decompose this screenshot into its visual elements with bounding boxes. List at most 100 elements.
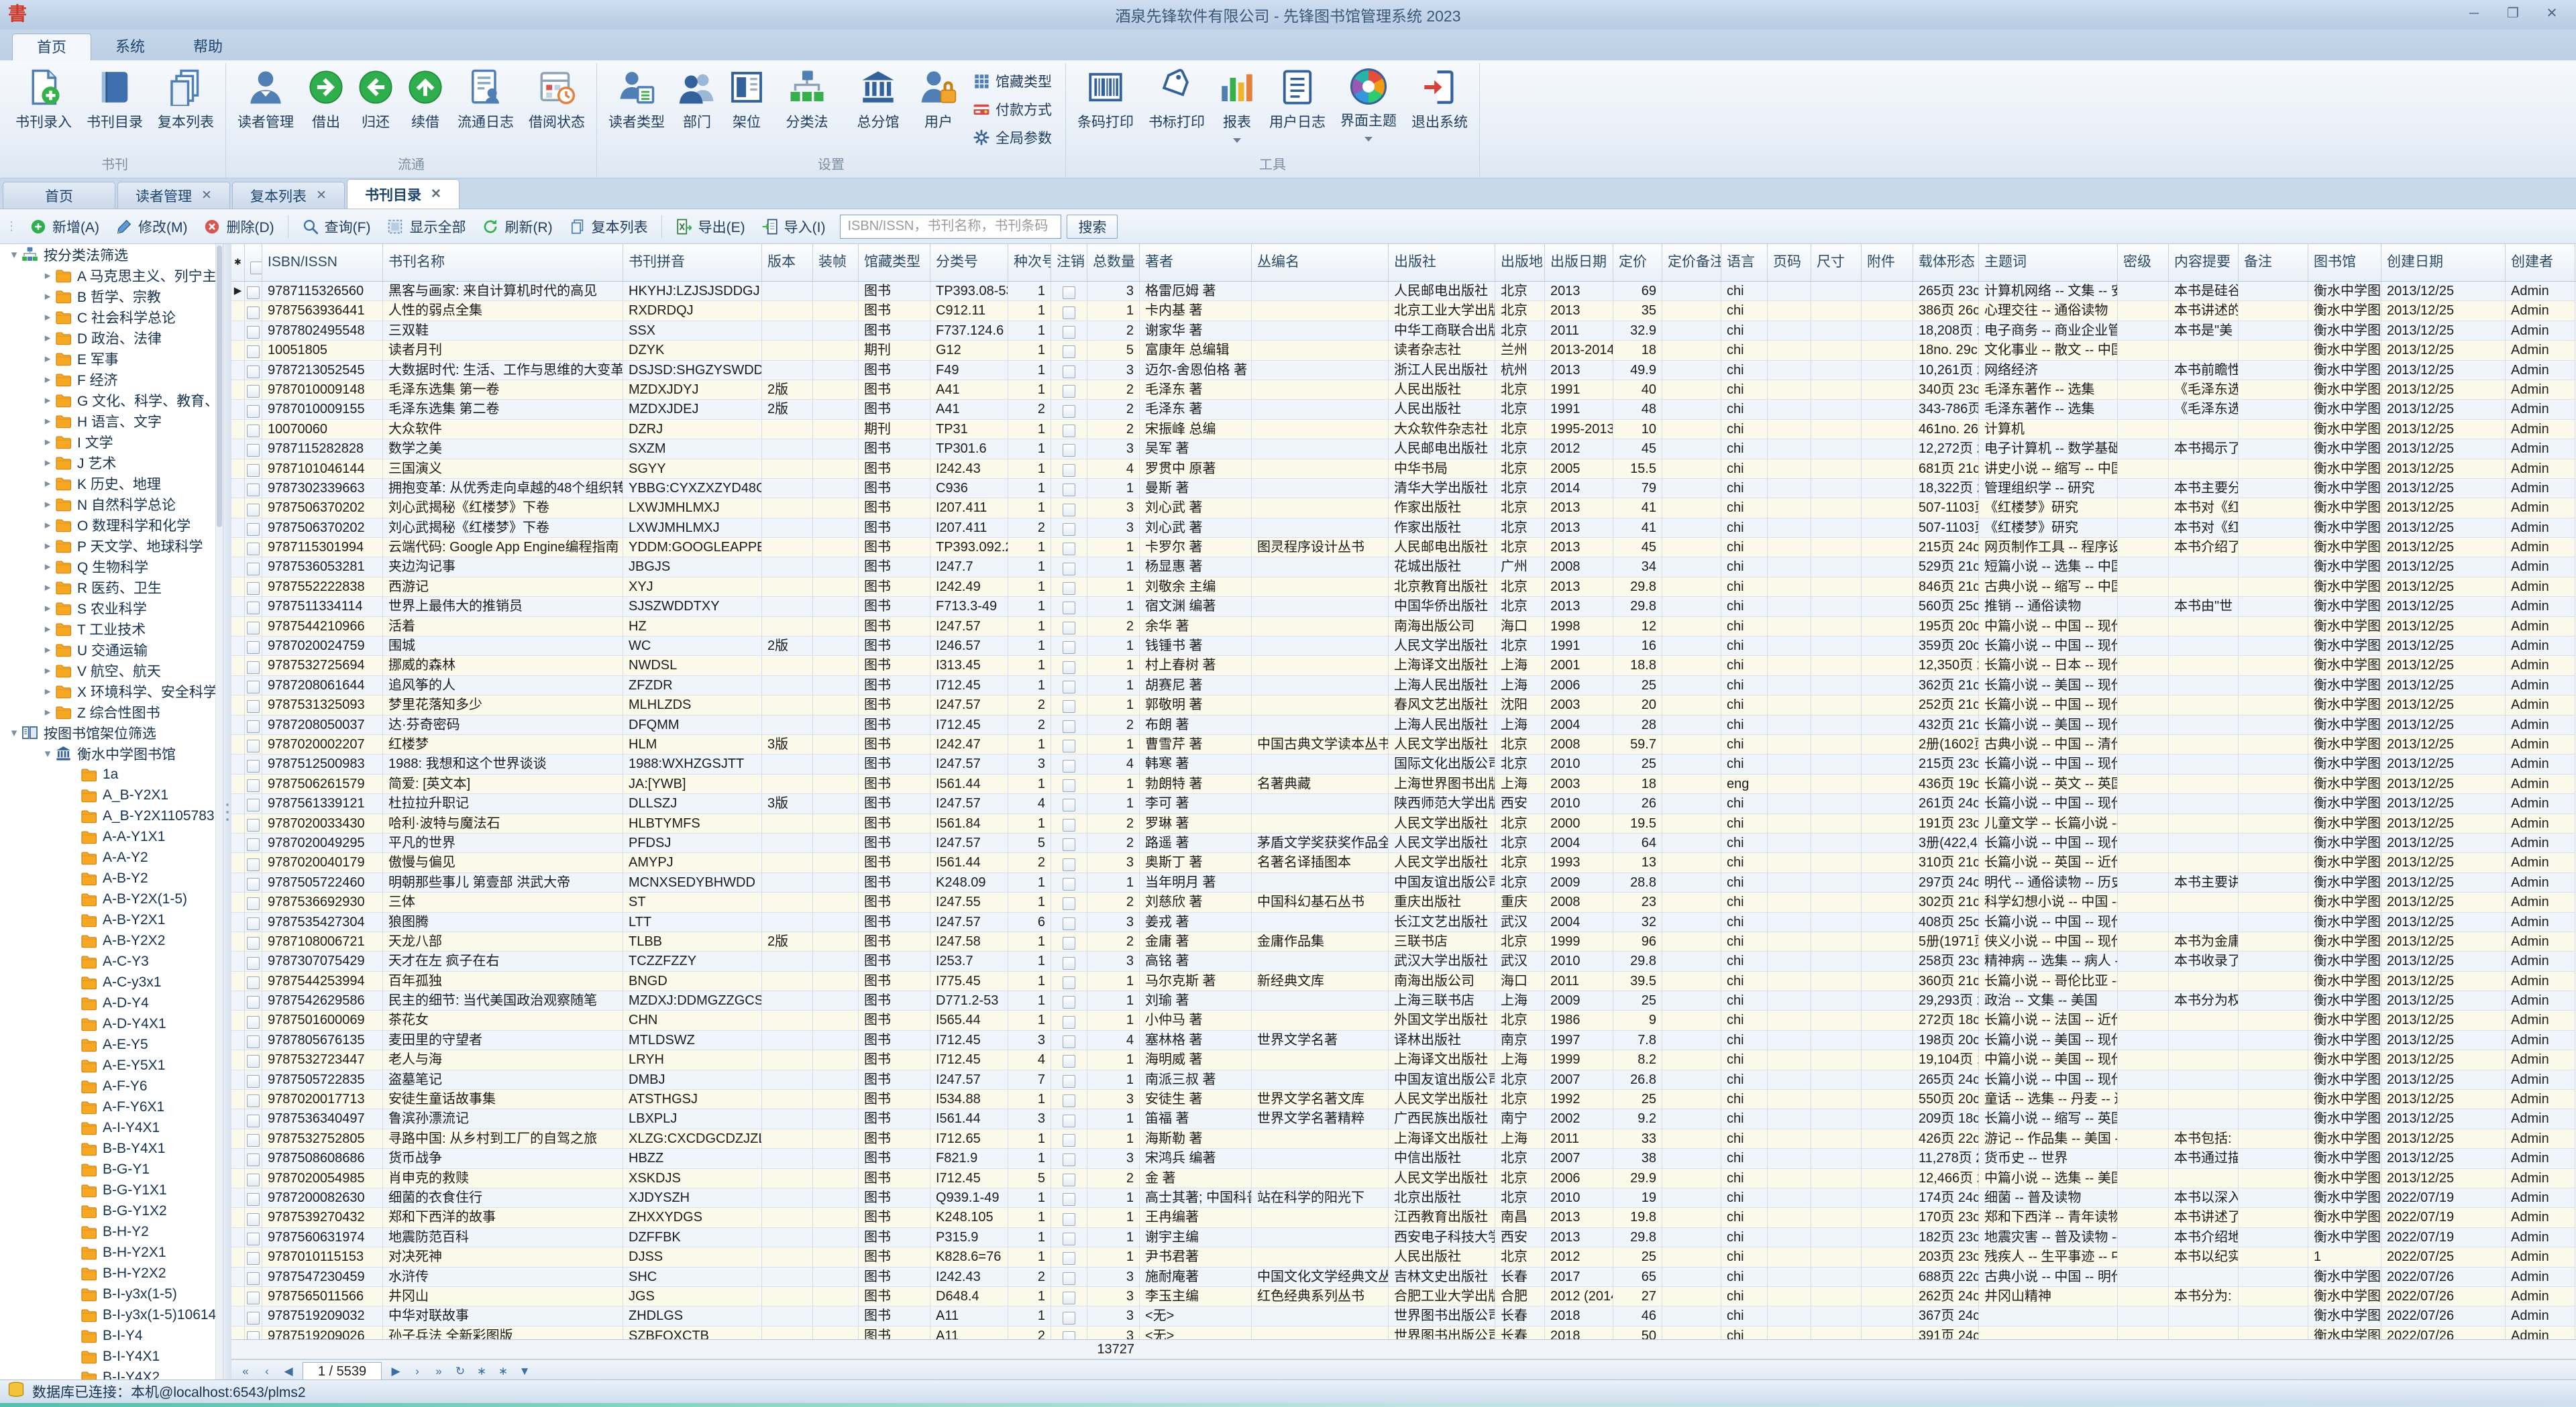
ribbon-button-书刊录入[interactable]: 书刊录入 xyxy=(8,63,79,155)
tree-item[interactable]: B-H-Y2X2 xyxy=(0,1263,223,1284)
tree-item[interactable]: ▸N 自然科学总论 xyxy=(0,494,223,514)
cell[interactable] xyxy=(1051,893,1087,912)
row-select-checkbox[interactable] xyxy=(245,932,262,952)
column-header-附件[interactable]: 附件 xyxy=(1862,244,1913,281)
row-select-checkbox[interactable] xyxy=(245,716,262,735)
tree-item[interactable]: ▾按分类法筛选 xyxy=(0,244,223,265)
row-select-checkbox[interactable] xyxy=(245,1188,262,1208)
expander-icon[interactable]: ▸ xyxy=(40,539,55,553)
toolbar-button-查询(F)[interactable]: 查询(F) xyxy=(295,213,378,240)
cell[interactable] xyxy=(1051,1031,1087,1050)
expander-icon[interactable]: ▸ xyxy=(40,518,55,532)
row-select-checkbox[interactable] xyxy=(245,735,262,754)
expander-icon[interactable]: ▾ xyxy=(7,248,21,262)
column-header-图书馆[interactable]: 图书馆 xyxy=(2308,244,2381,281)
tree-item[interactable]: A-B-Y2X(1-5) xyxy=(0,889,223,909)
tree-item[interactable]: A-C-Y3 xyxy=(0,951,223,972)
row-select-checkbox[interactable] xyxy=(245,301,262,321)
row-select-checkbox[interactable] xyxy=(245,400,262,419)
table-row[interactable]: 9787544210966活着HZ图书I247.5712余华 著南海出版公司海口… xyxy=(231,617,2576,636)
table-row[interactable]: 9787020040179傲慢与偏见AMYPJ图书I561.4423奥斯丁 著名… xyxy=(231,853,2576,873)
ribbon-small-button-全局参数[interactable]: 全局参数 xyxy=(967,125,1057,150)
table-row[interactable]: 9787560631974地震防范百科DZFFBK图书P315.911谢宇主编西… xyxy=(231,1228,2576,1247)
menu-tab-系统[interactable]: 系统 xyxy=(91,34,169,60)
tree-item[interactable]: ▸F 经济 xyxy=(0,369,223,390)
ribbon-button-流通日志[interactable]: 流通日志 xyxy=(450,63,521,155)
row-select-checkbox[interactable] xyxy=(245,1306,262,1326)
cell[interactable] xyxy=(1051,557,1087,577)
toolbar-button-复本列表[interactable]: 复本列表 xyxy=(562,213,655,240)
column-header-出版社[interactable]: 出版社 xyxy=(1389,244,1495,281)
row-select-checkbox[interactable] xyxy=(245,420,262,439)
cell[interactable] xyxy=(1051,380,1087,400)
tree-item[interactable]: A-A-Y2 xyxy=(0,847,223,868)
cell[interactable] xyxy=(1051,1050,1087,1070)
cell[interactable] xyxy=(1051,716,1087,735)
cell[interactable] xyxy=(1051,617,1087,636)
tree-item[interactable]: A-E-Y5 xyxy=(0,1034,223,1055)
pager-prev-button-2[interactable]: ◀ xyxy=(278,1363,299,1380)
cell[interactable] xyxy=(1051,814,1087,834)
column-header-注销[interactable]: 注销 xyxy=(1051,244,1087,281)
table-row[interactable]: 9787536053281夹边沟记事JBGJS图书I247.711杨显惠 著花城… xyxy=(231,557,2576,577)
row-select-checkbox[interactable] xyxy=(245,814,262,834)
cell[interactable] xyxy=(1051,518,1087,538)
tree-item[interactable]: B-G-Y1 xyxy=(0,1159,223,1180)
column-header-语言[interactable]: 语言 xyxy=(1721,244,1768,281)
tree-item[interactable]: B-I-Y4 xyxy=(0,1325,223,1346)
cell[interactable] xyxy=(1051,913,1087,932)
expander-icon[interactable]: ▸ xyxy=(40,581,55,594)
tree-item[interactable]: A-B-Y2X1 xyxy=(0,909,223,930)
tree-item[interactable]: ▾衡水中学图书馆 xyxy=(0,743,223,764)
tree-item[interactable]: A-C-y3x1 xyxy=(0,972,223,993)
row-select-checkbox[interactable] xyxy=(245,636,262,656)
cell[interactable] xyxy=(1051,991,1087,1011)
row-select-checkbox[interactable] xyxy=(245,1011,262,1030)
column-header-版本[interactable]: 版本 xyxy=(762,244,813,281)
table-row[interactable]: 9787506261579简爱: [英文本]JA:[YWB]图书I561.441… xyxy=(231,775,2576,794)
pager-prev-button-1[interactable]: ‹ xyxy=(257,1363,277,1380)
table-row[interactable]: 9787020049295平凡的世界PFDSJ图书I247.5752路遥 著茅盾… xyxy=(231,834,2576,853)
cell[interactable] xyxy=(1051,834,1087,853)
table-row[interactable]: 9787532723447老人与海LRYH图书I712.4541海明威 著上海译… xyxy=(231,1050,2576,1070)
close-button[interactable]: ✕ xyxy=(2534,4,2569,24)
ribbon-button-架位[interactable]: 架位 xyxy=(722,63,771,155)
expander-icon[interactable]: ▸ xyxy=(40,498,55,511)
cell[interactable] xyxy=(1051,1327,1087,1339)
cell[interactable] xyxy=(1051,676,1087,695)
cell[interactable] xyxy=(1051,1228,1087,1247)
expander-icon[interactable]: ▸ xyxy=(40,477,55,490)
cell[interactable] xyxy=(1051,794,1087,813)
table-row[interactable]: 9787020024759围城WC2版图书I246.5711钱锺书 著人民文学出… xyxy=(231,636,2576,656)
table-row[interactable]: 9787544253994百年孤独BNGD图书I775.4511马尔克斯 著新经… xyxy=(231,972,2576,991)
cell[interactable] xyxy=(1051,459,1087,479)
toolbar-button-刷新(R)[interactable]: 刷新(R) xyxy=(475,213,559,240)
column-header-总数量[interactable]: 总数量 xyxy=(1087,244,1140,281)
tree-item[interactable]: ▸U 交通运输 xyxy=(0,639,223,660)
row-select-checkbox[interactable] xyxy=(245,439,262,459)
select-all-checkbox[interactable] xyxy=(245,244,262,281)
tree-item[interactable]: A_B-Y2X1 xyxy=(0,785,223,805)
table-row[interactable]: 9787115301994云端代码: Google App Engine编程指南… xyxy=(231,538,2576,557)
tree-item[interactable]: A_B-Y2X1105783 xyxy=(0,805,223,826)
column-header-密级[interactable]: 密级 xyxy=(2118,244,2169,281)
column-header-出版日期[interactable]: 出版日期 xyxy=(1545,244,1613,281)
table-row[interactable]: 9787802495548三双鞋SSX图书F737.124.612谢家华 著中华… xyxy=(231,321,2576,341)
expander-icon[interactable]: ▸ xyxy=(40,706,55,719)
tree-item[interactable]: ▸P 天文学、地球科学 xyxy=(0,535,223,556)
ribbon-button-借出[interactable]: 借出 xyxy=(301,63,351,155)
row-select-checkbox[interactable] xyxy=(245,754,262,774)
ribbon-small-button-馆藏类型[interactable]: 馆藏类型 xyxy=(967,68,1057,94)
cell[interactable] xyxy=(1051,1247,1087,1267)
tree-item[interactable]: A-F-Y6X1 xyxy=(0,1096,223,1117)
row-select-checkbox[interactable] xyxy=(245,1070,262,1090)
table-row[interactable]: 9787547230459水浒传SHC图书I242.4323施耐庵著中国文化文学… xyxy=(231,1268,2576,1287)
cell[interactable] xyxy=(1051,695,1087,715)
table-row[interactable]: 9787552222838西游记XYJ图书I242.4911刘敬余 主编北京教育… xyxy=(231,577,2576,597)
cell[interactable] xyxy=(1051,321,1087,341)
tree-item[interactable]: B-H-Y2X1 xyxy=(0,1242,223,1263)
column-header-书刊拼音[interactable]: 书刊拼音 xyxy=(623,244,762,281)
expander-icon[interactable]: ▸ xyxy=(40,643,55,657)
cell[interactable] xyxy=(1051,498,1087,518)
table-row[interactable]: 9787505722460明朝那些事儿 第壹部 洪武大帝MCNXSEDYBHWD… xyxy=(231,873,2576,893)
